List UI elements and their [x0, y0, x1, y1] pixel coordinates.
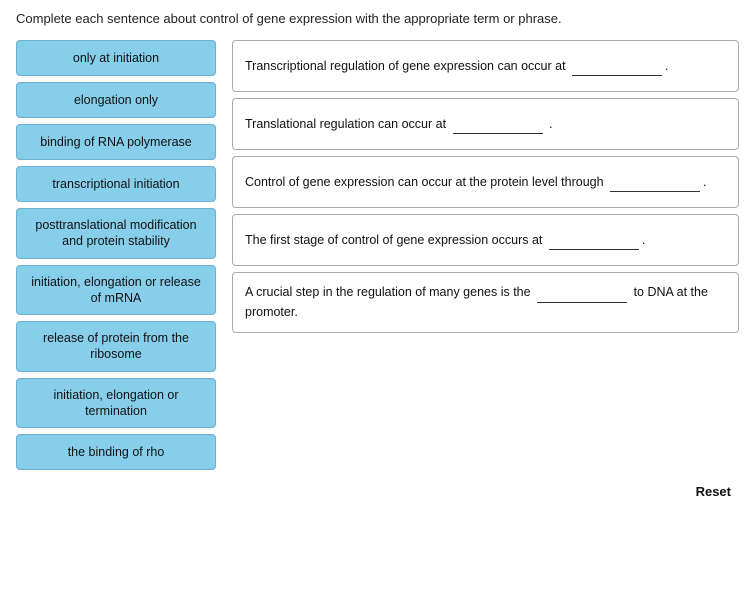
term-btn-7[interactable]: release of protein from the ribosome: [16, 321, 216, 372]
sentence-3-blank[interactable]: [610, 172, 700, 192]
sentence-box-2[interactable]: Translational regulation can occur at .: [232, 98, 739, 150]
term-btn-5[interactable]: posttranslational modification and prote…: [16, 208, 216, 259]
term-btn-4[interactable]: transcriptional initiation: [16, 166, 216, 202]
term-btn-8[interactable]: initiation, elongation or termination: [16, 378, 216, 429]
terms-column: only at initiation elongation only bindi…: [16, 40, 216, 470]
sentence-box-1[interactable]: Transcriptional regulation of gene expre…: [232, 40, 739, 92]
term-btn-3[interactable]: binding of RNA polymerase: [16, 124, 216, 160]
sentence-3-text-before: Control of gene expression can occur at …: [245, 173, 604, 192]
sentences-column: Transcriptional regulation of gene expre…: [232, 40, 739, 470]
instructions: Complete each sentence about control of …: [16, 10, 739, 28]
sentence-5-blank[interactable]: [537, 283, 627, 303]
sentence-2-blank[interactable]: [453, 114, 543, 134]
footer: Reset: [16, 480, 739, 503]
term-btn-6[interactable]: initiation, elongation or release of mRN…: [16, 265, 216, 316]
sentence-3-text-after: .: [703, 173, 706, 192]
sentence-1-blank[interactable]: [572, 56, 662, 76]
term-btn-1[interactable]: only at initiation: [16, 40, 216, 76]
sentence-box-5[interactable]: A crucial step in the regulation of many…: [232, 272, 739, 333]
main-layout: only at initiation elongation only bindi…: [16, 40, 739, 470]
sentence-5-text-before: A crucial step in the regulation of many…: [245, 285, 531, 299]
reset-button[interactable]: Reset: [688, 480, 739, 503]
sentence-1-text-after: .: [665, 57, 668, 76]
term-btn-2[interactable]: elongation only: [16, 82, 216, 118]
sentence-2-text-after: .: [549, 115, 552, 134]
sentence-4-blank[interactable]: [549, 230, 639, 250]
sentence-box-4[interactable]: The first stage of control of gene expre…: [232, 214, 739, 266]
sentence-box-3[interactable]: Control of gene expression can occur at …: [232, 156, 739, 208]
sentence-4-text-after: .: [642, 231, 645, 250]
sentence-4-text-before: The first stage of control of gene expre…: [245, 231, 542, 250]
term-btn-9[interactable]: the binding of rho: [16, 434, 216, 470]
sentence-1-text-before: Transcriptional regulation of gene expre…: [245, 57, 566, 76]
sentence-2-text-before: Translational regulation can occur at: [245, 115, 446, 134]
